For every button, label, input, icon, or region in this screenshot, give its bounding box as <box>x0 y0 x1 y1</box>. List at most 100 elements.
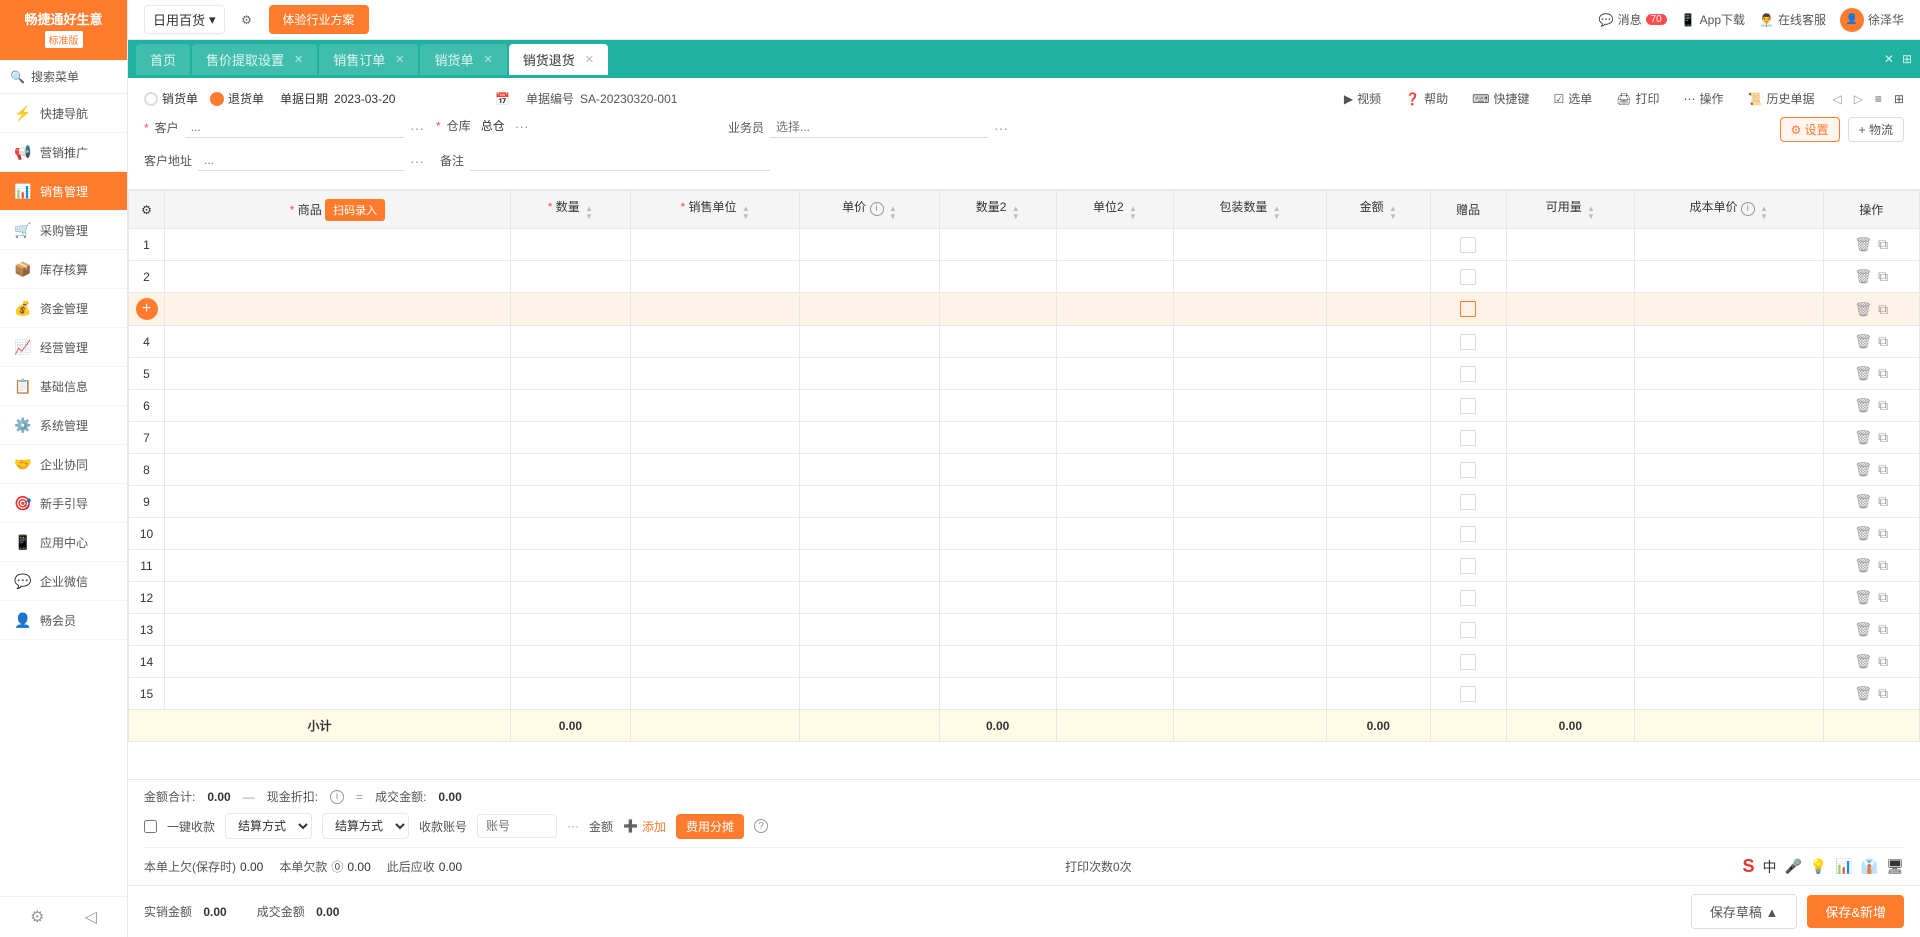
amount-cell[interactable] <box>1327 261 1431 293</box>
product-cell[interactable] <box>165 326 511 358</box>
collapse-icon[interactable]: ◁ <box>85 907 97 927</box>
cost-price-cell[interactable] <box>1634 454 1823 486</box>
product-input[interactable] <box>171 302 504 316</box>
sales-unit-cell[interactable] <box>630 678 799 710</box>
delete-row-button[interactable]: 🗑 <box>1854 525 1872 542</box>
quantity-cell[interactable] <box>510 422 630 454</box>
copy-row-button[interactable]: ⧉ <box>1878 333 1888 350</box>
calculation-select[interactable]: 结算方式 <box>322 813 409 839</box>
history-button[interactable]: 📜 历史单据 <box>1741 88 1820 109</box>
tab-close-all-icon[interactable]: ✕ <box>1884 52 1894 66</box>
cost-price-cell[interactable] <box>1634 550 1823 582</box>
pack-qty-cell[interactable] <box>1174 486 1327 518</box>
tab-home[interactable]: 首页 <box>136 44 190 75</box>
amount-cell[interactable] <box>1327 326 1431 358</box>
user-profile-button[interactable]: 👤 徐泽华 <box>1840 8 1904 32</box>
amount-cell[interactable] <box>1327 486 1431 518</box>
unit-price-cell[interactable] <box>800 261 939 293</box>
pack-qty-cell[interactable] <box>1174 678 1327 710</box>
amount-cell[interactable] <box>1327 229 1431 261</box>
section-settings-button[interactable]: ⚙ <box>233 6 261 34</box>
pack-qty-cell-active[interactable] <box>1174 293 1327 326</box>
product-cell[interactable] <box>165 486 511 518</box>
product-cell[interactable] <box>165 229 511 261</box>
tab-price-setting[interactable]: 售价提取设置 ✕ <box>192 44 317 75</box>
sales-unit-cell[interactable] <box>630 582 799 614</box>
copy-row-button[interactable]: ⧉ <box>1878 461 1888 478</box>
sales-unit-cell[interactable] <box>630 646 799 678</box>
pack-qty-cell[interactable] <box>1174 422 1327 454</box>
gift-checkbox[interactable] <box>1460 269 1476 285</box>
copy-row-button[interactable]: ⧉ <box>1878 557 1888 574</box>
product-cell[interactable] <box>165 454 511 486</box>
sales-unit-cell[interactable] <box>630 390 799 422</box>
sales-unit-cell[interactable] <box>630 229 799 261</box>
add-expense-button[interactable]: ➕ 添加 <box>623 818 666 835</box>
cost-price-info-icon[interactable]: i <box>1741 202 1755 216</box>
sidebar-item-search[interactable]: 🔍 搜索菜单 <box>0 60 127 94</box>
delete-row-button[interactable]: 🗑 <box>1854 397 1872 414</box>
settlement-select[interactable]: 结算方式 <box>225 813 312 839</box>
add-row-button[interactable]: + <box>136 298 158 320</box>
product-cell[interactable] <box>165 390 511 422</box>
pack-qty-cell[interactable] <box>1174 326 1327 358</box>
unit2-cell[interactable] <box>1056 390 1173 422</box>
sales-unit-cell[interactable] <box>630 486 799 518</box>
quantity-cell[interactable] <box>510 454 630 486</box>
qty2-cell[interactable] <box>939 390 1056 422</box>
sales-unit-cell[interactable] <box>630 261 799 293</box>
amount-cell[interactable] <box>1327 358 1431 390</box>
amount-cell[interactable] <box>1327 422 1431 454</box>
cost-price-cell[interactable] <box>1634 422 1823 454</box>
amount-cell[interactable] <box>1327 646 1431 678</box>
copy-row-button[interactable]: ⧉ <box>1878 236 1888 253</box>
messages-button[interactable]: 💬 消息 70 <box>1599 11 1667 28</box>
tab-close-icon[interactable]: ✕ <box>585 53 594 66</box>
sales-unit-cell[interactable] <box>630 614 799 646</box>
view-grid-icon[interactable]: ⊞ <box>1894 92 1904 106</box>
quantity-cell[interactable] <box>510 261 630 293</box>
unit-price-cell[interactable] <box>800 326 939 358</box>
unit-price-cell[interactable] <box>800 646 939 678</box>
operations-button[interactable]: ⋯ 操作 <box>1677 88 1729 109</box>
tab-close-icon[interactable]: ✕ <box>395 53 404 66</box>
tab-sales-delivery[interactable]: 销货单 ✕ <box>420 44 506 75</box>
quantity-cell[interactable] <box>510 229 630 261</box>
unit-price-cell-active[interactable] <box>800 293 939 326</box>
customer-picker-icon[interactable]: ··· <box>410 120 424 136</box>
gift-checkbox[interactable] <box>1460 494 1476 510</box>
copy-row-button[interactable]: ⧉ <box>1878 365 1888 382</box>
sidebar-item-operations[interactable]: 📈 经营管理 <box>0 328 127 367</box>
available-cell[interactable] <box>1506 358 1634 390</box>
pack-qty-cell[interactable] <box>1174 646 1327 678</box>
radio-sales-delivery[interactable]: 销货单 <box>144 90 198 107</box>
available-cell[interactable] <box>1506 486 1634 518</box>
sidebar-item-finance[interactable]: 💰 资金管理 <box>0 289 127 328</box>
customer-input[interactable] <box>185 117 404 138</box>
cost-price-cell[interactable] <box>1634 326 1823 358</box>
select-button[interactable]: ☑ 选单 <box>1547 88 1598 109</box>
unit-price-cell[interactable] <box>800 358 939 390</box>
cost-price-cell[interactable] <box>1634 582 1823 614</box>
amount-cell[interactable] <box>1327 582 1431 614</box>
copy-row-button[interactable]: ⧉ <box>1878 429 1888 446</box>
help-button[interactable]: ❓ 帮助 <box>1399 88 1454 109</box>
quantity-cell[interactable] <box>510 358 630 390</box>
cost-price-cell[interactable] <box>1634 390 1823 422</box>
tab-grid-icon[interactable]: ⊞ <box>1902 52 1912 66</box>
one-click-payment-checkbox[interactable] <box>144 820 157 833</box>
pack-qty-cell[interactable] <box>1174 454 1327 486</box>
qty2-cell[interactable] <box>939 261 1056 293</box>
app-download-button[interactable]: 📱 App下载 <box>1681 11 1745 28</box>
gift-checkbox[interactable] <box>1460 654 1476 670</box>
qty2-cell[interactable] <box>939 358 1056 390</box>
available-cell[interactable] <box>1506 261 1634 293</box>
cost-price-cell[interactable] <box>1634 518 1823 550</box>
cost-price-cell[interactable] <box>1634 261 1823 293</box>
unit-price-cell[interactable] <box>800 229 939 261</box>
copy-row-button[interactable]: ⧉ <box>1878 268 1888 285</box>
unit2-cell[interactable] <box>1056 422 1173 454</box>
delete-row-button[interactable]: 🗑 <box>1854 685 1872 702</box>
delete-row-button[interactable]: 🗑 <box>1854 493 1872 510</box>
unit2-cell[interactable] <box>1056 582 1173 614</box>
